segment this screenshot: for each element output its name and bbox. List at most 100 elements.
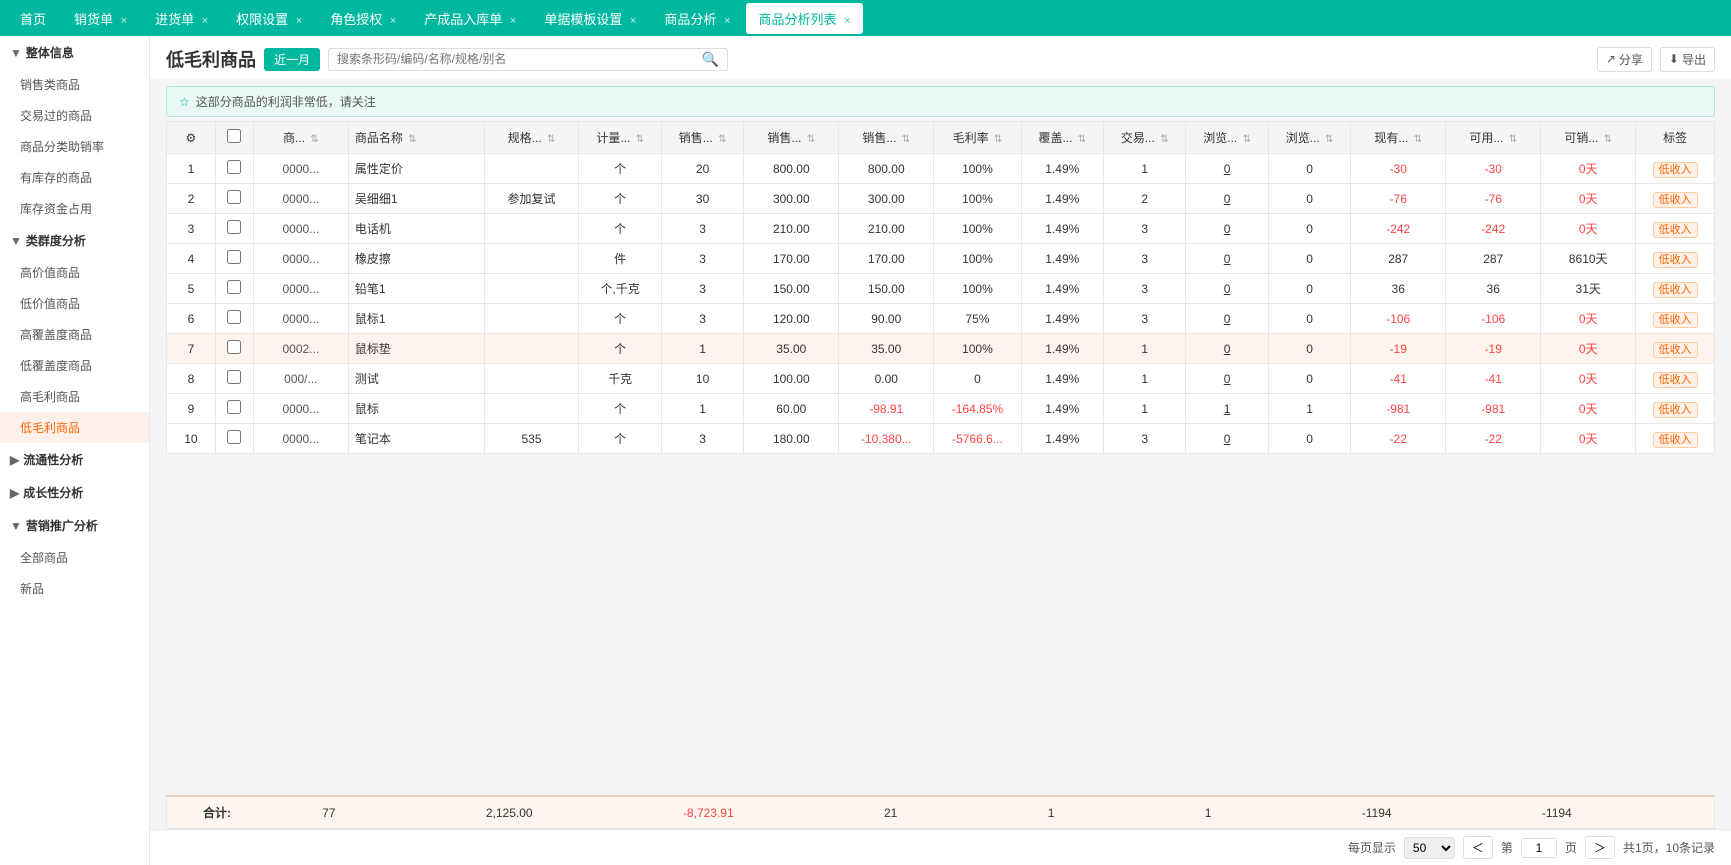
nav-item-product-entry[interactable]: 产成品入库单 × xyxy=(412,3,528,34)
sort-icon[interactable]: ⇅ xyxy=(636,134,644,145)
sort-icon[interactable]: ⇅ xyxy=(1078,134,1086,145)
row-name[interactable]: 笔记本 xyxy=(348,424,484,454)
sidebar-section-flow[interactable]: ▶ 流通性分析 xyxy=(0,443,149,476)
nav-item-template[interactable]: 单据模板设置 × xyxy=(532,3,648,34)
sidebar-item-all-goods[interactable]: 全部商品 xyxy=(0,542,149,573)
row-name[interactable]: 测试 xyxy=(348,364,484,394)
sidebar-item-low-value[interactable]: 低价值商品 xyxy=(0,288,149,319)
row-name[interactable]: 鼠标垫 xyxy=(348,334,484,364)
row-select-checkbox[interactable] xyxy=(227,430,241,444)
sort-icon[interactable]: ⇅ xyxy=(1604,134,1612,145)
sidebar-item-category-rate[interactable]: 商品分类助销率 xyxy=(0,131,149,162)
close-icon[interactable]: × xyxy=(844,15,850,27)
nav-item-home[interactable]: 首页 xyxy=(8,3,58,34)
sidebar-section-growth[interactable]: ▶ 成长性分析 xyxy=(0,476,149,509)
row-checkbox[interactable] xyxy=(215,214,253,244)
sort-icon[interactable]: ⇅ xyxy=(807,134,815,145)
row-select-checkbox[interactable] xyxy=(227,400,241,414)
sort-icon[interactable]: ⇅ xyxy=(1325,134,1333,145)
row-views1[interactable]: 0 xyxy=(1186,244,1268,274)
row-views1[interactable]: 0 xyxy=(1186,304,1268,334)
row-select-checkbox[interactable] xyxy=(227,370,241,384)
close-icon[interactable]: × xyxy=(724,15,730,27)
settings-icon[interactable]: ⚙ xyxy=(186,131,197,145)
row-views1[interactable]: 0 xyxy=(1186,154,1268,184)
row-select-checkbox[interactable] xyxy=(227,280,241,294)
sidebar-item-capital-usage[interactable]: 库存资金占用 xyxy=(0,193,149,224)
col-settings[interactable]: ⚙ xyxy=(167,122,216,154)
row-name[interactable]: 电话机 xyxy=(348,214,484,244)
sort-icon[interactable]: ⇅ xyxy=(1160,134,1168,145)
sort-icon[interactable]: ⇅ xyxy=(1243,134,1251,145)
row-checkbox[interactable] xyxy=(215,274,253,304)
row-checkbox[interactable] xyxy=(215,304,253,334)
sidebar-item-stock-goods[interactable]: 有库存的商品 xyxy=(0,162,149,193)
share-button[interactable]: ↗ 分享 xyxy=(1597,47,1652,72)
row-views1[interactable]: 0 xyxy=(1186,184,1268,214)
close-icon[interactable]: × xyxy=(121,15,127,27)
row-name[interactable]: 橡皮擦 xyxy=(348,244,484,274)
row-checkbox[interactable] xyxy=(215,364,253,394)
next-page-button[interactable]: ＞ xyxy=(1585,836,1615,859)
row-checkbox[interactable] xyxy=(215,184,253,214)
search-icon[interactable]: 🔍 xyxy=(702,51,719,68)
sort-icon[interactable]: ⇅ xyxy=(547,134,555,145)
row-views1[interactable]: 0 xyxy=(1186,274,1268,304)
sidebar-item-low-margin[interactable]: 低毛利商品 xyxy=(0,412,149,443)
sidebar-item-sales-goods[interactable]: 销售类商品 xyxy=(0,69,149,100)
select-all-checkbox[interactable] xyxy=(227,129,241,143)
sidebar-item-new-goods[interactable]: 新品 xyxy=(0,573,149,604)
sidebar-section-cluster[interactable]: ▼ 类群度分析 xyxy=(0,224,149,257)
sidebar-section-marketing[interactable]: ▼ 营销推广分析 xyxy=(0,509,149,542)
sidebar-item-traded-goods[interactable]: 交易过的商品 xyxy=(0,100,149,131)
row-name[interactable]: 属性定价 xyxy=(348,154,484,184)
prev-page-button[interactable]: ＜ xyxy=(1463,836,1493,859)
close-icon[interactable]: × xyxy=(296,15,302,27)
sort-icon[interactable]: ⇅ xyxy=(310,134,318,145)
sidebar-section-overall[interactable]: ▼ 整体信息 xyxy=(0,36,149,69)
row-checkbox[interactable] xyxy=(215,394,253,424)
row-select-checkbox[interactable] xyxy=(227,160,241,174)
sidebar-item-high-margin[interactable]: 高毛利商品 xyxy=(0,381,149,412)
nav-item-sales[interactable]: 销货单 × xyxy=(62,3,139,34)
row-views1[interactable]: 0 xyxy=(1186,364,1268,394)
sort-icon[interactable]: ⇅ xyxy=(718,134,726,145)
sort-icon[interactable]: ⇅ xyxy=(1414,134,1422,145)
row-checkbox[interactable] xyxy=(215,424,253,454)
row-name[interactable]: 铅笔1 xyxy=(348,274,484,304)
row-name[interactable]: 吴细细1 xyxy=(348,184,484,214)
row-name[interactable]: 鼠标 xyxy=(348,394,484,424)
page-input[interactable] xyxy=(1521,838,1557,858)
row-select-checkbox[interactable] xyxy=(227,250,241,264)
nav-item-goods-analysis-list[interactable]: 商品分析列表 × xyxy=(746,3,862,34)
row-select-checkbox[interactable] xyxy=(227,340,241,354)
sort-icon[interactable]: ⇅ xyxy=(994,134,1002,145)
row-checkbox[interactable] xyxy=(215,334,253,364)
row-select-checkbox[interactable] xyxy=(227,220,241,234)
row-select-checkbox[interactable] xyxy=(227,190,241,204)
close-icon[interactable]: × xyxy=(510,15,516,27)
search-input[interactable] xyxy=(337,52,702,66)
row-views1[interactable]: 1 xyxy=(1186,394,1268,424)
nav-item-goods-analysis[interactable]: 商品分析 × xyxy=(652,3,742,34)
sort-icon[interactable]: ⇅ xyxy=(902,134,910,145)
row-views1[interactable]: 0 xyxy=(1186,424,1268,454)
row-views1[interactable]: 0 xyxy=(1186,334,1268,364)
sort-icon[interactable]: ⇅ xyxy=(1509,134,1517,145)
export-button[interactable]: ⬇ 导出 xyxy=(1660,47,1715,72)
close-icon[interactable]: × xyxy=(390,15,396,27)
sidebar-item-high-coverage[interactable]: 高覆盖度商品 xyxy=(0,319,149,350)
close-icon[interactable]: × xyxy=(630,15,636,27)
close-icon[interactable]: × xyxy=(202,15,208,27)
row-checkbox[interactable] xyxy=(215,154,253,184)
date-filter-button[interactable]: 近一月 xyxy=(264,48,320,71)
sidebar-item-high-value[interactable]: 高价值商品 xyxy=(0,257,149,288)
sort-icon[interactable]: ⇅ xyxy=(408,134,416,145)
col-checkbox[interactable] xyxy=(215,122,253,154)
row-name[interactable]: 鼠标1 xyxy=(348,304,484,334)
row-select-checkbox[interactable] xyxy=(227,310,241,324)
row-checkbox[interactable] xyxy=(215,244,253,274)
nav-item-role[interactable]: 角色授权 × xyxy=(318,3,408,34)
row-views1[interactable]: 0 xyxy=(1186,214,1268,244)
nav-item-permission[interactable]: 权限设置 × xyxy=(224,3,314,34)
